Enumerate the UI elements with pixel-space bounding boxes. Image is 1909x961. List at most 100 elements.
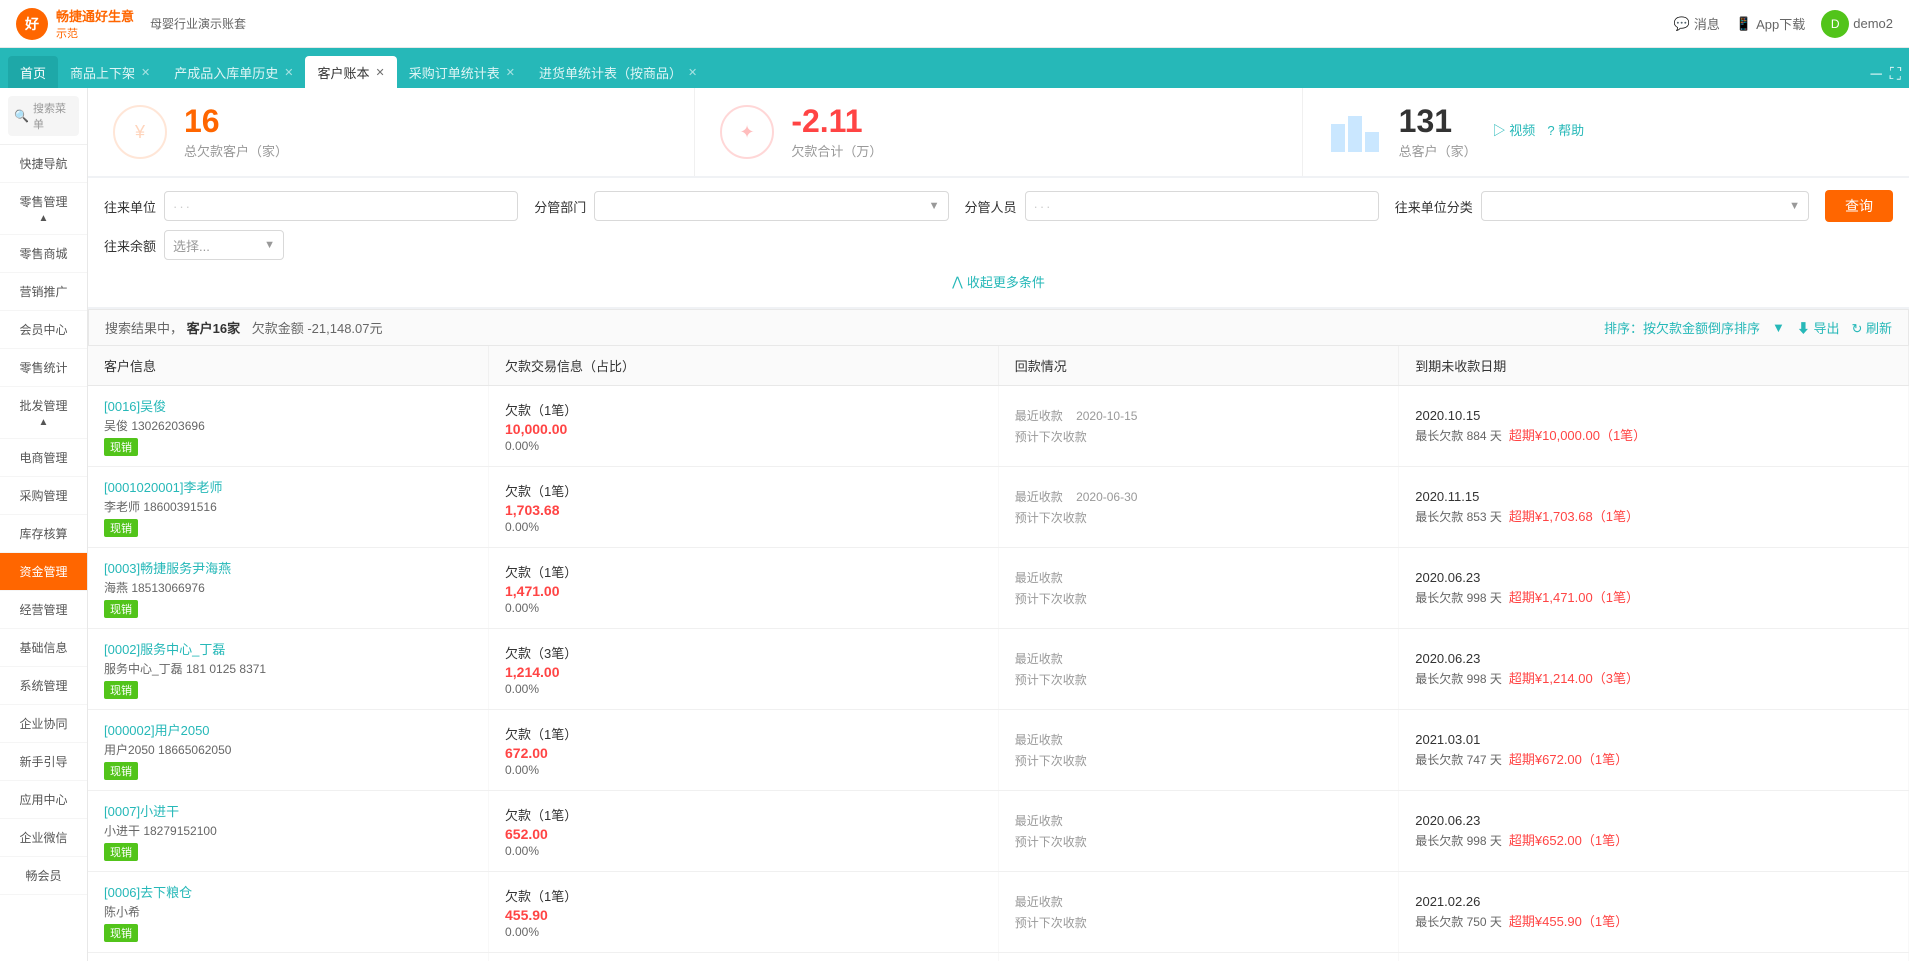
overdue-days-1: 最长欠款 853 天 — [1415, 510, 1505, 524]
customer-name-link-2[interactable]: [0003]畅捷服务尹海燕 — [104, 558, 472, 577]
th-due-date: 到期未收款日期 — [1399, 346, 1909, 386]
next-label-0: 预计下次收款 — [1015, 428, 1383, 445]
sidebar-item-retail-mgmt[interactable]: 零售管理 ▲ — [0, 183, 87, 235]
dept-label: 分管部门 — [534, 197, 586, 216]
debt-amount-3[interactable]: 1,214.00 — [505, 664, 982, 680]
customer-tag-1: 现销 — [104, 519, 138, 537]
user-area[interactable]: D demo2 — [1821, 10, 1893, 38]
sidebar-item-marketing[interactable]: 营销推广 — [0, 273, 87, 311]
sidebar-search[interactable]: 🔍 搜索菜单 — [0, 88, 87, 145]
overdue-link-1[interactable]: 超期¥1,703.68（1笔） — [1509, 509, 1639, 524]
chevron-down-icon: ▼ — [929, 200, 940, 212]
customer-name-link-6[interactable]: [0006]去下粮仓 — [104, 882, 472, 901]
debt-amount-5[interactable]: 652.00 — [505, 826, 982, 842]
overdue-link-3[interactable]: 超期¥1,214.00（3笔） — [1509, 671, 1639, 686]
overdue-link-5[interactable]: 超期¥652.00（1笔） — [1509, 833, 1628, 848]
stat-icon-debt: ✦ — [719, 104, 775, 160]
cell-due-5: 2020.06.23 最长欠款 998 天 超期¥652.00（1笔） — [1399, 791, 1909, 872]
recent-label-4: 最近收款 — [1015, 731, 1383, 748]
debt-count-5: 欠款（1笔） — [505, 805, 982, 824]
customer-sub-2: 海燕 18513066976 — [104, 579, 472, 596]
unit-category-select[interactable]: ▼ — [1481, 191, 1809, 221]
unit-category-label: 往来单位分类 — [1395, 197, 1473, 216]
tab-expand-btn[interactable]: ⛶ — [1890, 66, 1901, 84]
customer-name-link-3[interactable]: [0002]服务中心_丁磊 — [104, 639, 472, 658]
tab-purchase-order[interactable]: 采购订单统计表 ✕ — [397, 56, 527, 88]
customer-name-link-4[interactable]: [000002]用户2050 — [104, 720, 472, 739]
sidebar-item-enterprise-coop[interactable]: 企业协同 — [0, 705, 87, 743]
app-download-btn[interactable]: 📱 App下载 — [1736, 14, 1805, 33]
stat-info-customers: 16 总欠款客户（家） — [184, 105, 288, 160]
logo-text: 畅捷通好生意 示范 — [56, 6, 134, 41]
message-btn[interactable]: 💬 消息 — [1674, 14, 1720, 33]
debt-amount-0[interactable]: 10,000.00 — [505, 421, 982, 437]
tab-incoming-stats[interactable]: 进货单统计表（按商品） ✕ — [527, 56, 709, 88]
cell-debt-1: 欠款（1笔） 1,703.68 0.00% — [489, 467, 999, 548]
cell-customer-7: [000001]黄思源 黄思源 13552700226 现销 — [88, 953, 489, 961]
search-button[interactable]: 查询 — [1825, 190, 1893, 222]
debt-percent-4: 0.00% — [505, 763, 982, 777]
tab-close-incoming[interactable]: ✕ — [688, 66, 697, 79]
cell-repayment-6: 最近收款 预计下次收款 — [998, 872, 1399, 953]
help-btn[interactable]: ? 帮助 — [1547, 120, 1584, 139]
debt-amount-1[interactable]: 1,703.68 — [505, 502, 982, 518]
sidebar-item-retail-mall[interactable]: 零售商城 — [0, 235, 87, 273]
cell-due-1: 2020.11.15 最长欠款 853 天 超期¥1,703.68（1笔） — [1399, 467, 1909, 548]
tab-minimize-btn[interactable]: ─ — [1870, 66, 1881, 84]
tab-products-offline[interactable]: 商品上下架 ✕ — [58, 56, 162, 88]
sidebar-item-system-mgmt[interactable]: 系统管理 — [0, 667, 87, 705]
tab-product-history[interactable]: 产成品入库单历史 ✕ — [162, 56, 305, 88]
customer-name-link-1[interactable]: [0001020001]李老师 — [104, 477, 472, 496]
collapse-row[interactable]: ⋀ 收起更多条件 — [104, 268, 1893, 295]
overdue-link-2[interactable]: 超期¥1,471.00（1笔） — [1509, 590, 1639, 605]
sidebar-item-app-center[interactable]: 应用中心 — [0, 781, 87, 819]
debt-amount-2[interactable]: 1,471.00 — [505, 583, 982, 599]
from-unit-input[interactable]: ··· — [164, 191, 518, 221]
tab-close-purchase[interactable]: ✕ — [506, 66, 515, 79]
message-icon: 💬 — [1674, 16, 1690, 32]
debt-amount-4[interactable]: 672.00 — [505, 745, 982, 761]
due-date-5: 2020.06.23 — [1415, 813, 1892, 828]
person-input[interactable]: ··· — [1025, 191, 1379, 221]
sidebar-item-enterprise-wechat[interactable]: 企业微信 — [0, 819, 87, 857]
person-label: 分管人员 — [965, 197, 1017, 216]
debt-percent-0: 0.00% — [505, 439, 982, 453]
search-menu-box[interactable]: 🔍 搜索菜单 — [8, 96, 79, 136]
overdue-link-0[interactable]: 超期¥10,000.00（1笔） — [1509, 428, 1646, 443]
debt-amount-6[interactable]: 455.90 — [505, 907, 982, 923]
video-btn[interactable]: ▷ 视频 — [1493, 120, 1536, 139]
sidebar-item-inventory[interactable]: 库存核算 — [0, 515, 87, 553]
tab-close-history[interactable]: ✕ — [284, 66, 293, 79]
debt-percent-6: 0.00% — [505, 925, 982, 939]
sidebar-item-fund-mgmt[interactable]: 资金管理 — [0, 553, 87, 591]
sidebar-item-quick-nav[interactable]: 快捷导航 — [0, 145, 87, 183]
sidebar-item-basic-info[interactable]: 基础信息 — [0, 629, 87, 667]
sidebar-item-ecommerce[interactable]: 电商管理 — [0, 439, 87, 477]
sidebar-item-vip-member[interactable]: 畅会员 — [0, 857, 87, 895]
next-label-1: 预计下次收款 — [1015, 509, 1383, 526]
sidebar-item-batch-mgmt[interactable]: 批发管理 ▲ — [0, 387, 87, 439]
customer-name-link-0[interactable]: [0016]吴俊 — [104, 396, 472, 415]
tab-home[interactable]: 首页 — [8, 56, 58, 88]
refresh-btn[interactable]: ↻ 刷新 — [1851, 318, 1892, 337]
sidebar-item-ops-mgmt[interactable]: 经营管理 — [0, 591, 87, 629]
overdue-link-4[interactable]: 超期¥672.00（1笔） — [1509, 752, 1628, 767]
tab-customer-account[interactable]: 客户账本 ✕ — [305, 56, 396, 88]
table-wrap: 客户信息 欠款交易信息（占比） 回款情况 到期未收款日期 [0016]吴俊 吴俊… — [88, 346, 1909, 961]
next-label-4: 预计下次收款 — [1015, 752, 1383, 769]
filter-area: 往来单位 ··· 分管部门 ▼ 分管人员 · — [88, 178, 1909, 307]
customer-name-link-5[interactable]: [0007]小进干 — [104, 801, 472, 820]
tab-close-products[interactable]: ✕ — [141, 66, 150, 79]
overdue-link-6[interactable]: 超期¥455.90（1笔） — [1509, 914, 1628, 929]
header-right: 💬 消息 📱 App下载 D demo2 — [1674, 10, 1893, 38]
sidebar-item-purchase-mgmt[interactable]: 采购管理 — [0, 477, 87, 515]
sidebar-item-new-guide[interactable]: 新手引导 — [0, 743, 87, 781]
tab-close-customer[interactable]: ✕ — [376, 66, 385, 79]
cell-debt-4: 欠款（1笔） 672.00 0.00% — [489, 710, 999, 791]
sidebar-item-retail-stats[interactable]: 零售统计 — [0, 349, 87, 387]
sidebar-item-member-center[interactable]: 会员中心 — [0, 311, 87, 349]
balance-select[interactable]: 选择... ▼ — [164, 230, 284, 260]
chevron-icon: ▲ — [39, 213, 49, 224]
dept-select[interactable]: ▼ — [594, 191, 948, 221]
export-btn[interactable]: ⬇ 导出 — [1797, 318, 1840, 337]
